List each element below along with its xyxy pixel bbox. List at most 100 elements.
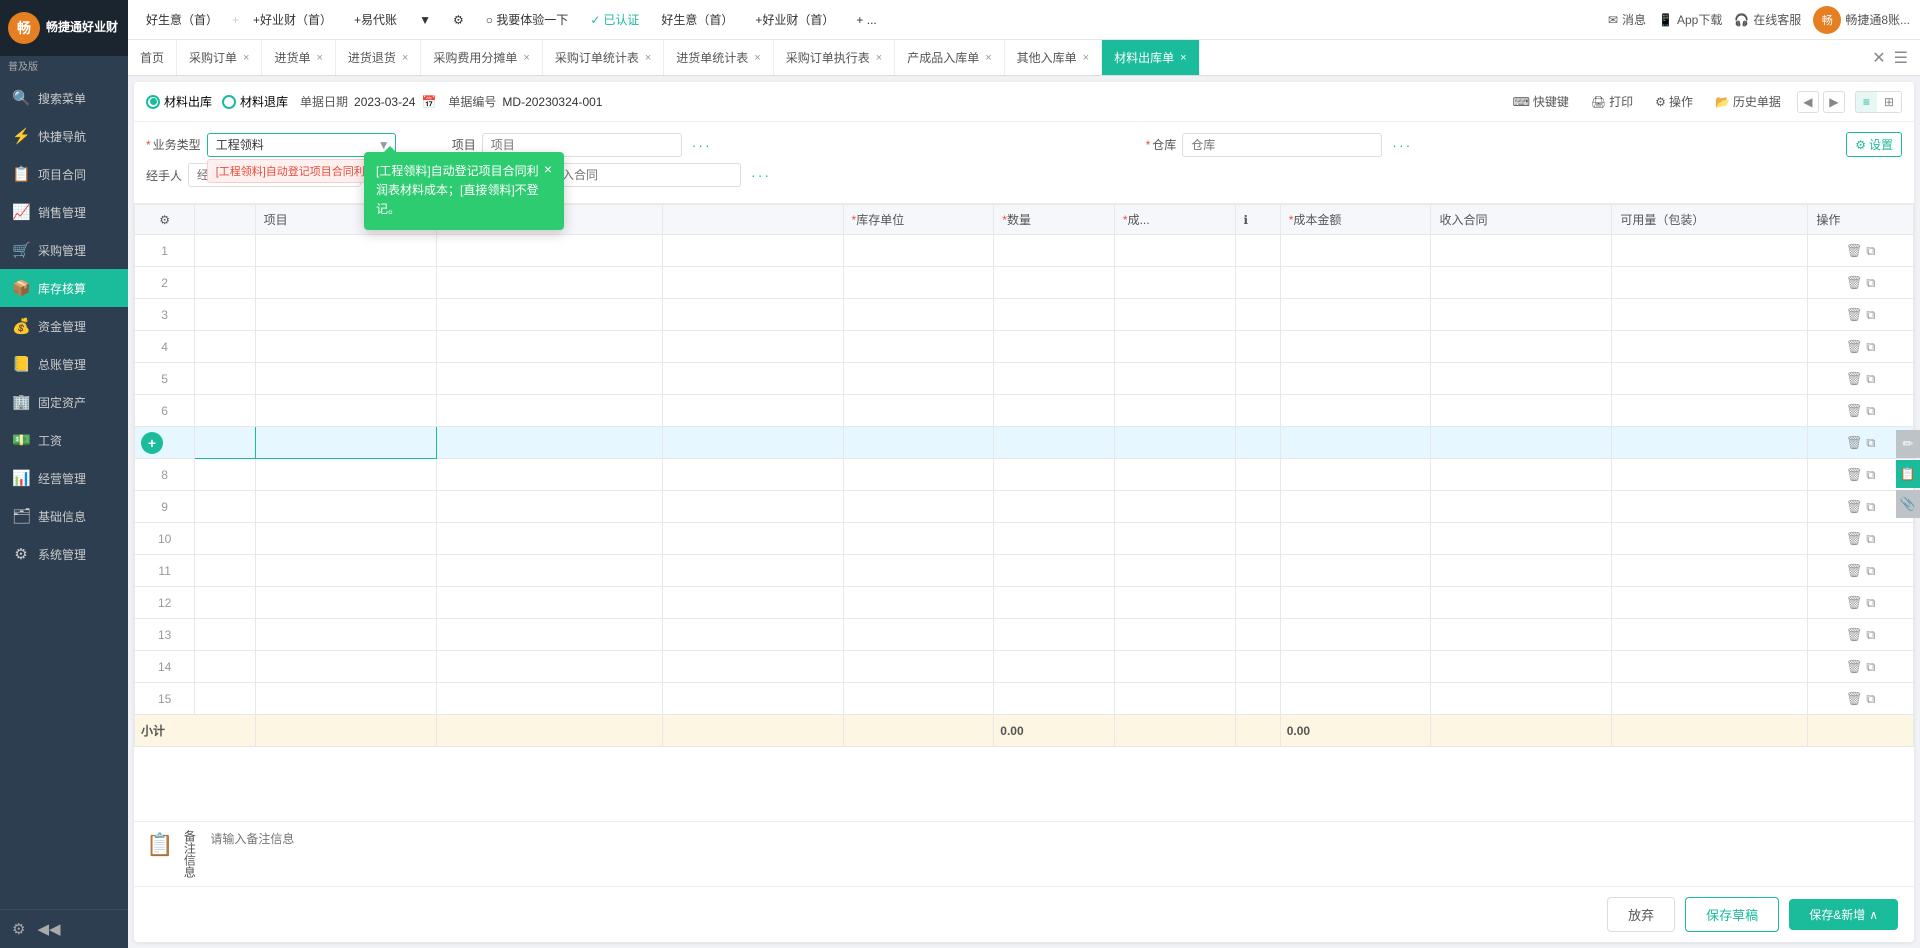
delete-row-icon[interactable]: 🗑: [1846, 339, 1863, 355]
collapse-icon[interactable]: ◀◀: [37, 920, 60, 938]
tooltip-close-btn[interactable]: ×: [544, 162, 552, 176]
tab-goods-stats[interactable]: 进货单统计表 ×: [664, 40, 773, 75]
message-btn[interactable]: ✉ 消息: [1608, 11, 1646, 28]
row-spec-cell[interactable]: [662, 235, 843, 267]
print-btn[interactable]: 🖨 打印: [1585, 90, 1639, 113]
sidebar-item-operation[interactable]: 📊 经营管理: [0, 459, 128, 497]
topbar-more[interactable]: + ...: [848, 9, 884, 31]
income-contract-input[interactable]: [541, 163, 741, 187]
warehouse-input[interactable]: [1182, 133, 1382, 157]
copy-row-icon[interactable]: ⧉: [1866, 371, 1875, 387]
copy-row-icon[interactable]: ⧉: [1866, 467, 1875, 483]
close-icon[interactable]: ×: [985, 52, 991, 64]
right-float-attach[interactable]: 📎: [1896, 490, 1920, 518]
sidebar-item-ledger[interactable]: 📒 总账管理: [0, 345, 128, 383]
delete-row-icon[interactable]: 🗑: [1846, 691, 1863, 707]
right-float-active[interactable]: 📋: [1896, 460, 1920, 488]
view-toggle-list[interactable]: ≡: [1856, 92, 1877, 112]
row-income-cell[interactable]: [1431, 267, 1612, 299]
sidebar-item-inventory[interactable]: 📦 库存核算: [0, 269, 128, 307]
tab-more-icon[interactable]: ☰: [1890, 48, 1912, 68]
sidebar-item-finance[interactable]: 💰 资金管理: [0, 307, 128, 345]
tab-purchase-order[interactable]: 采购订单 ×: [177, 40, 262, 75]
row-cost-cell[interactable]: [1114, 267, 1235, 299]
row-cost-cell[interactable]: [1114, 235, 1235, 267]
sidebar-item-sales[interactable]: 📈 销售管理: [0, 193, 128, 231]
radio-material-return[interactable]: 材料退库: [222, 93, 288, 110]
row-material-cell[interactable]: [436, 235, 662, 267]
sidebar-item-search[interactable]: 🔍 搜索菜单: [0, 79, 128, 117]
close-icon[interactable]: ×: [316, 52, 322, 64]
row-material-cell[interactable]: [436, 267, 662, 299]
delete-row-icon[interactable]: 🗑: [1846, 243, 1863, 259]
history-btn[interactable]: 📂 历史单据: [1709, 90, 1787, 113]
close-icon[interactable]: ×: [243, 52, 249, 64]
row-qty-cell[interactable]: [994, 267, 1115, 299]
tab-other-in[interactable]: 其他入库单 ×: [1005, 40, 1102, 75]
tab-purchase-exec[interactable]: 采购订单执行表 ×: [774, 40, 895, 75]
row-project-cell[interactable]: [255, 235, 436, 267]
sidebar-item-system[interactable]: ⚙ 系统管理: [0, 535, 128, 573]
delete-row-icon[interactable]: 🗑: [1846, 595, 1863, 611]
copy-row-icon[interactable]: ⧉: [1866, 627, 1875, 643]
sidebar-item-basic[interactable]: 🗂 基础信息: [0, 497, 128, 535]
topbar-haoshengyi[interactable]: 好生意（首）: [138, 7, 226, 32]
right-float-edit[interactable]: ✏: [1896, 430, 1920, 458]
sidebar-item-assets[interactable]: 🏢 固定资产: [0, 383, 128, 421]
close-icon[interactable]: ×: [523, 52, 529, 64]
active-input-1[interactable]: [195, 427, 255, 459]
topbar-certified[interactable]: ✓ 已认证: [582, 7, 647, 32]
delete-row-icon[interactable]: 🗑: [1846, 563, 1863, 579]
topbar-haoshengyi2[interactable]: 好生意（首）: [653, 7, 741, 32]
close-icon[interactable]: ×: [754, 52, 760, 64]
copy-row-icon[interactable]: ⧉: [1866, 691, 1875, 707]
copy-row-icon[interactable]: ⧉: [1866, 595, 1875, 611]
delete-row-icon[interactable]: 🗑: [1846, 467, 1863, 483]
delete-row-icon[interactable]: 🗑: [1846, 371, 1863, 387]
add-row-btn[interactable]: +: [141, 432, 163, 454]
copy-row-icon[interactable]: ⧉: [1866, 563, 1875, 579]
sidebar-item-salary[interactable]: 💵 工资: [0, 421, 128, 459]
topbar-haoyecai[interactable]: +好业财（首）: [245, 7, 340, 32]
tab-goods-return[interactable]: 进货退货 ×: [336, 40, 421, 75]
row-cost-amount-cell[interactable]: [1280, 267, 1431, 299]
row-spec-cell[interactable]: [662, 267, 843, 299]
tab-product-in[interactable]: 产成品入库单 ×: [895, 40, 1004, 75]
tab-material-out[interactable]: 材料出库单 ×: [1102, 40, 1199, 75]
active-input-2[interactable]: [255, 427, 436, 459]
topbar-yidaizhang[interactable]: +易代账: [346, 7, 405, 32]
user-avatar-area[interactable]: 畅 畅捷通8账...: [1813, 6, 1910, 34]
project-dots-icon[interactable]: ···: [692, 137, 712, 153]
sidebar-item-purchase[interactable]: 🛒 采购管理: [0, 231, 128, 269]
close-icon[interactable]: ×: [876, 52, 882, 64]
copy-row-icon[interactable]: ⧉: [1866, 275, 1875, 291]
settings-bottom-icon[interactable]: ⚙: [12, 920, 25, 938]
close-icon[interactable]: ×: [1083, 52, 1089, 64]
row-project-cell[interactable]: [255, 267, 436, 299]
warehouse-dots-icon[interactable]: ···: [1392, 137, 1412, 153]
sidebar-item-quicknav[interactable]: ⚡ 快捷导航: [0, 117, 128, 155]
tab-purchase-stats[interactable]: 采购订单统计表 ×: [543, 40, 664, 75]
save-draft-button[interactable]: 保存草稿: [1685, 897, 1779, 932]
income-contract-dots-icon[interactable]: ···: [751, 167, 771, 183]
topbar-experience[interactable]: ○ 我要体验一下: [478, 7, 577, 32]
tab-purchase-expense[interactable]: 采购费用分摊单 ×: [421, 40, 542, 75]
settings-btn[interactable]: ⚙ 设置: [1846, 132, 1902, 157]
quick-key-btn[interactable]: ⌨ 快键键: [1507, 90, 1575, 113]
close-window-icon[interactable]: ✕: [1868, 48, 1889, 68]
copy-row-icon[interactable]: ⧉: [1866, 499, 1875, 515]
close-icon[interactable]: ×: [645, 52, 651, 64]
notes-input[interactable]: [210, 830, 1902, 870]
row-income-cell[interactable]: [1431, 235, 1612, 267]
close-icon[interactable]: ×: [1180, 52, 1186, 64]
delete-row-icon[interactable]: 🗑: [1846, 531, 1863, 547]
row-unit-cell[interactable]: [843, 267, 994, 299]
copy-row-icon[interactable]: ⧉: [1866, 403, 1875, 419]
delete-row-icon[interactable]: 🗑: [1846, 403, 1863, 419]
copy-row-icon[interactable]: ⧉: [1866, 339, 1875, 355]
app-download-btn[interactable]: 📱 App下载: [1658, 11, 1722, 28]
delete-row-icon[interactable]: 🗑: [1846, 499, 1863, 515]
copy-row-icon[interactable]: ⧉: [1866, 659, 1875, 675]
calendar-icon[interactable]: 📅: [421, 95, 436, 109]
delete-row-icon[interactable]: 🗑: [1846, 627, 1863, 643]
